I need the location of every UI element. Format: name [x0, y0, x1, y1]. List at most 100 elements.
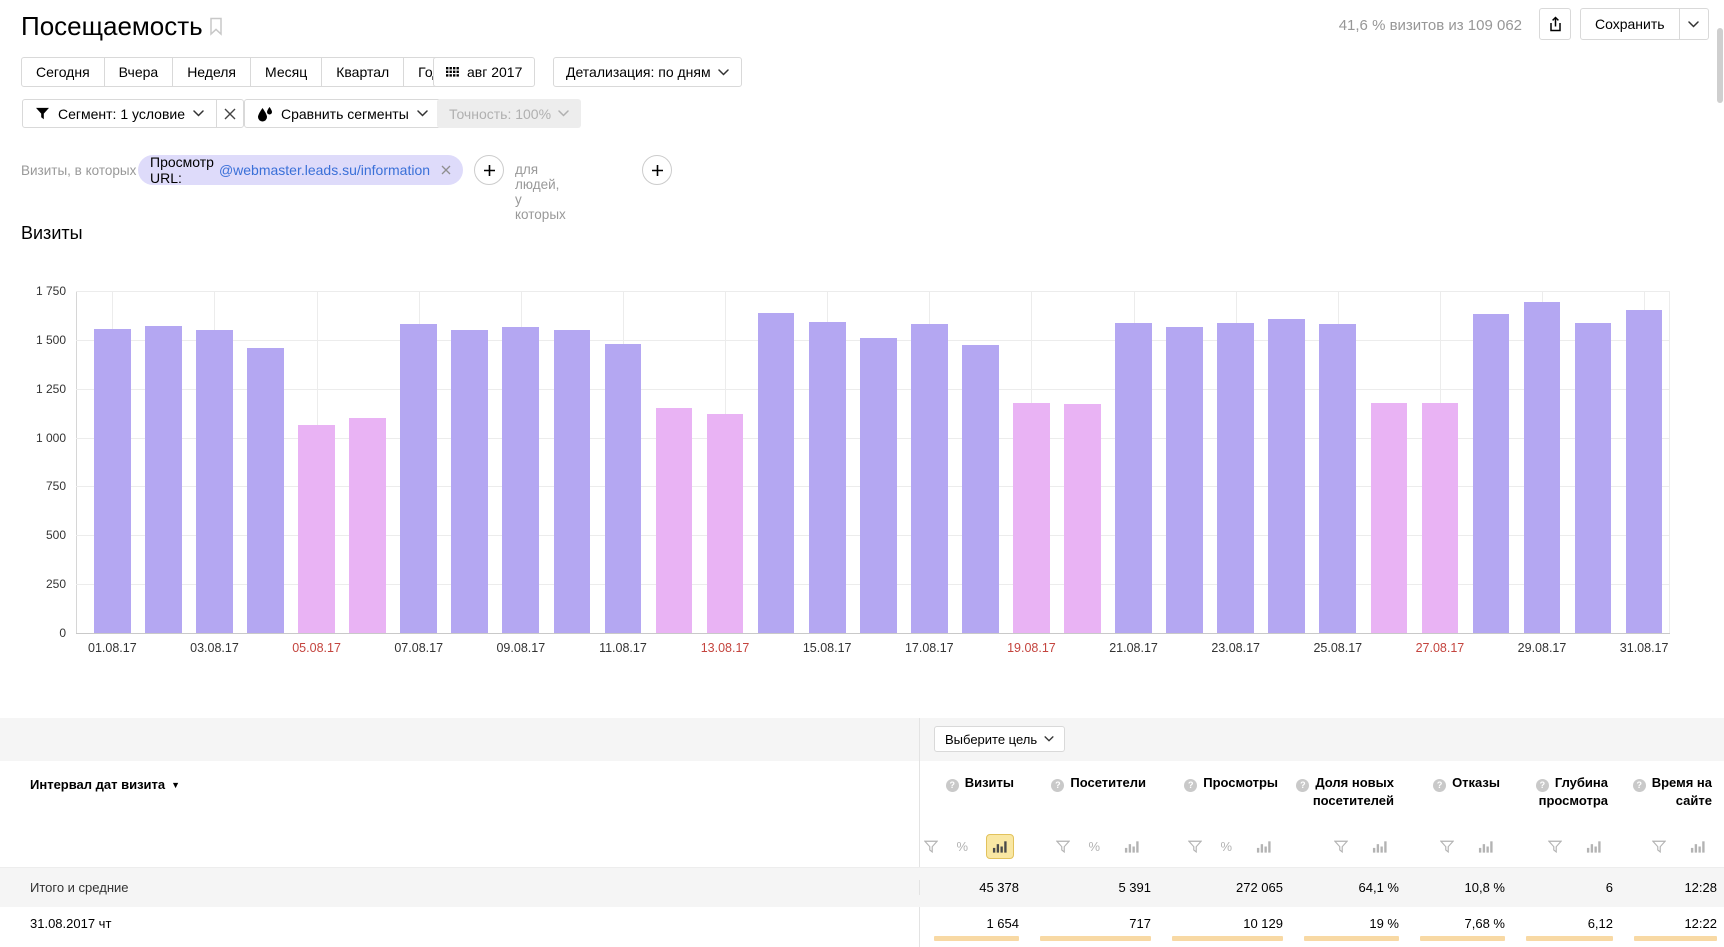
chart-bar[interactable]	[604, 344, 642, 633]
calendar-button[interactable]: авг 2017	[433, 57, 536, 87]
chart-bar[interactable]	[1064, 404, 1101, 633]
chart-metric-icon-active[interactable]	[986, 834, 1014, 859]
chart-bar[interactable]	[910, 324, 948, 633]
x-axis-tick-label: 01.08.17	[88, 641, 137, 655]
period-tab-1[interactable]: Сегодня	[22, 58, 104, 86]
detail-button-label: Детализация: по дням	[566, 64, 711, 80]
chart-bar[interactable]	[1217, 323, 1254, 633]
chart-metric-icon[interactable]	[1580, 834, 1608, 859]
help-icon[interactable]: ?	[1433, 779, 1447, 792]
funnel-icon	[35, 107, 50, 120]
chart-bar[interactable]	[859, 338, 897, 633]
period-toolbar: Сегодня Вчера Неделя Месяц Квартал Год авг 20…	[21, 57, 742, 87]
chart-metric-icon[interactable]	[1118, 834, 1146, 859]
x-axis-tick-label: 09.08.17	[496, 641, 546, 655]
chart-bar[interactable]	[962, 344, 999, 633]
column-label: Посетители	[1070, 775, 1146, 790]
chart-bar[interactable]	[1574, 323, 1612, 633]
chart-metric-icon[interactable]	[1250, 834, 1278, 859]
help-icon[interactable]: ?	[1632, 779, 1646, 792]
chart-bar[interactable]	[145, 325, 182, 633]
visits-scope-label: Визиты, в которых	[21, 162, 137, 178]
help-icon[interactable]: ?	[945, 779, 959, 792]
chart-bar[interactable]	[1625, 309, 1663, 633]
chart-bar[interactable]	[706, 413, 744, 633]
chart-metric-icon[interactable]	[1472, 834, 1500, 859]
chart-bar[interactable]	[1013, 403, 1050, 633]
filter-chip-value[interactable]: @webmaster.leads.su/information	[219, 162, 430, 178]
filter-icon[interactable]	[1188, 840, 1203, 853]
chart-bar[interactable]	[502, 327, 540, 633]
save-button[interactable]: Сохранить	[1580, 8, 1709, 40]
chart-bar[interactable]	[808, 322, 846, 633]
chart-bar[interactable]	[400, 323, 438, 633]
compare-segments-button[interactable]: Сравнить сегменты	[244, 99, 441, 128]
period-tab-4[interactable]: Месяц	[250, 58, 321, 86]
column-header-2: ? Посетители%	[1026, 761, 1158, 867]
filter-chip-url[interactable]: Просмотр URL: @webmaster.leads.su/inform…	[138, 154, 464, 186]
period-tab-2[interactable]: Вчера	[103, 58, 173, 86]
chart-bar[interactable]	[94, 328, 131, 633]
chart-bar[interactable]	[1472, 314, 1510, 633]
help-icon[interactable]: ?	[1535, 779, 1549, 792]
chart-bar[interactable]	[553, 329, 591, 633]
share-button[interactable]	[1539, 8, 1571, 40]
chart-bar[interactable]	[1523, 301, 1561, 633]
percent-filter-icon[interactable]: %	[1220, 838, 1232, 855]
x-axis-tick-label: 19.08.17	[1007, 641, 1056, 655]
cell-value: 12:22	[1684, 916, 1717, 931]
detail-level-button[interactable]: Детализация: по дням	[553, 57, 742, 87]
chart-bar[interactable]	[757, 313, 795, 633]
cell-просмотры: 272 065	[1158, 880, 1290, 895]
save-button-label[interactable]: Сохранить	[1581, 9, 1679, 39]
chart-bar[interactable]	[1115, 322, 1152, 633]
chart-bar[interactable]	[1166, 326, 1203, 633]
select-goal-button[interactable]: Выберите цель	[934, 726, 1066, 752]
visits-bar-chart	[76, 291, 1670, 634]
chart-metric-icon[interactable]	[1684, 834, 1712, 859]
cell-визиты: 45 378	[919, 880, 1026, 895]
sample-info-text: 41,6 % визитов из 109 062	[1338, 17, 1522, 34]
help-icon[interactable]: ?	[1051, 779, 1065, 792]
segment-button[interactable]: Сегмент: 1 условие	[23, 100, 216, 127]
chart-bar[interactable]	[1421, 403, 1459, 633]
chart-bar[interactable]	[655, 407, 693, 633]
x-axis-tick-label: 23.08.17	[1211, 641, 1260, 655]
chart-bar[interactable]	[1370, 403, 1408, 633]
table-toolbar-left	[0, 718, 919, 761]
row-dimension-header[interactable]: Интервал дат визита ▼	[0, 761, 919, 867]
x-axis-tick-label: 17.08.17	[904, 641, 954, 655]
accuracy-button[interactable]: Точность: 100%	[437, 99, 582, 128]
period-tab-5[interactable]: Квартал	[321, 58, 403, 86]
chart-bar[interactable]	[298, 425, 335, 633]
chart-bar[interactable]	[451, 329, 489, 633]
help-icon[interactable]: ?	[1296, 779, 1310, 792]
filter-icon[interactable]	[1056, 840, 1071, 853]
filter-icon[interactable]	[1440, 840, 1454, 853]
chart-bar[interactable]	[1268, 318, 1306, 633]
bookmark-icon[interactable]	[209, 17, 223, 36]
remove-filter-icon[interactable]	[441, 165, 451, 175]
clear-segment-button[interactable]	[216, 100, 243, 127]
save-dropdown-button[interactable]	[1678, 9, 1708, 39]
chart-bar[interactable]	[247, 347, 284, 633]
column-label: Доля новых посетителей	[1312, 775, 1394, 808]
period-tab-3[interactable]: Неделя	[172, 58, 250, 86]
y-axis-tick-label: 1 750	[35, 284, 66, 298]
add-visit-condition-button[interactable]	[474, 155, 504, 185]
chart-bar[interactable]	[349, 417, 386, 633]
scrollbar-thumb[interactable]	[1717, 28, 1723, 103]
help-icon[interactable]: ?	[1184, 779, 1198, 792]
metrics-table: Выберите цель Интервал дат визита ▼ ? Визи…	[0, 718, 1724, 947]
filter-icon[interactable]	[1334, 840, 1348, 853]
percent-filter-icon[interactable]: %	[1088, 838, 1100, 855]
column-header-7: ? Время на сайте	[1620, 761, 1724, 867]
percent-filter-icon[interactable]: %	[956, 838, 968, 855]
chart-bar[interactable]	[196, 330, 233, 633]
filter-icon[interactable]	[1652, 840, 1666, 853]
filter-icon[interactable]	[1548, 840, 1562, 853]
add-people-condition-button[interactable]	[642, 155, 672, 185]
chart-bar[interactable]	[1319, 324, 1357, 633]
chart-metric-icon[interactable]	[1366, 834, 1394, 859]
filter-icon[interactable]	[924, 840, 939, 853]
